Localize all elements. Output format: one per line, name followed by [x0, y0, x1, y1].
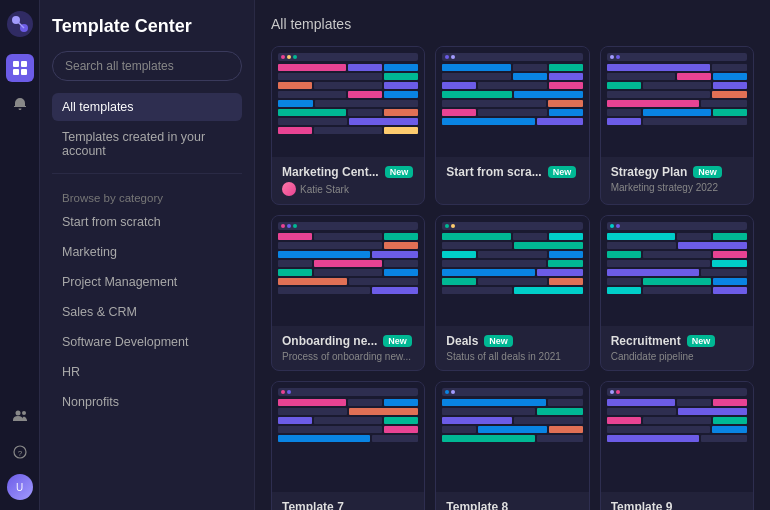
sidebar-item-software[interactable]: Software Development: [52, 328, 242, 356]
sidebar-item-all-templates[interactable]: All templates: [52, 93, 242, 121]
nav-help-icon[interactable]: ?: [6, 438, 34, 466]
main-content: All templates: [255, 0, 770, 510]
template-preview-5: [436, 216, 588, 326]
template-info-4: Onboarding ne... New Process of onboardi…: [272, 326, 424, 370]
template-card-9[interactable]: Template 9: [600, 381, 754, 510]
sidebar-title: Template Center: [52, 16, 242, 37]
template-preview-8: [436, 382, 588, 492]
template-info-1: Marketing Cent... New Katie Stark: [272, 157, 424, 204]
svg-text:?: ?: [17, 449, 22, 458]
nav-user-avatar[interactable]: U: [7, 474, 33, 500]
app-logo[interactable]: [6, 10, 34, 38]
sidebar-section-label: Browse by category: [52, 182, 242, 208]
template-preview-3: [601, 47, 753, 157]
template-info-8: Template 8: [436, 492, 588, 510]
template-info-7: Template 7: [272, 492, 424, 510]
svg-point-9: [22, 411, 26, 415]
template-info-6: Recruitment New Candidate pipeline: [601, 326, 753, 370]
svg-rect-7: [21, 69, 27, 75]
template-card-strategy-plan[interactable]: Strategy Plan New Marketing strategy 202…: [600, 46, 754, 205]
template-preview-6: [601, 216, 753, 326]
template-preview-2: [436, 47, 588, 157]
sidebar-item-project[interactable]: Project Management: [52, 268, 242, 296]
template-card-7[interactable]: Template 7: [271, 381, 425, 510]
template-info-5: Deals New Status of all deals in 2021: [436, 326, 588, 370]
sidebar-item-created[interactable]: Templates created in your account: [52, 123, 242, 165]
template-card-deals[interactable]: Deals New Status of all deals in 2021: [435, 215, 589, 371]
sidebar-item-sales[interactable]: Sales & CRM: [52, 298, 242, 326]
nav-users-icon[interactable]: [6, 402, 34, 430]
sidebar-divider: [52, 173, 242, 174]
template-preview-4: [272, 216, 424, 326]
template-info-9: Template 9: [601, 492, 753, 510]
template-card-onboarding[interactable]: Onboarding ne... New Process of onboardi…: [271, 215, 425, 371]
template-card-marketing-cent[interactable]: Marketing Cent... New Katie Stark: [271, 46, 425, 205]
svg-rect-6: [13, 69, 19, 75]
sidebar: Template Center Search all templates All…: [40, 0, 255, 510]
nav-apps-icon[interactable]: [6, 54, 34, 82]
sidebar-item-scratch[interactable]: Start from scratch: [52, 208, 242, 236]
template-preview-7: [272, 382, 424, 492]
svg-point-8: [15, 411, 20, 416]
template-card-start-scratch[interactable]: Start from scra... New: [435, 46, 589, 205]
template-card-recruitment[interactable]: Recruitment New Candidate pipeline: [600, 215, 754, 371]
svg-rect-4: [13, 61, 19, 67]
template-info-2: Start from scra... New: [436, 157, 588, 190]
main-section-title: All templates: [271, 16, 754, 32]
nav-bar: ? U: [0, 0, 40, 510]
sidebar-item-marketing[interactable]: Marketing: [52, 238, 242, 266]
template-preview-9: [601, 382, 753, 492]
template-card-8[interactable]: Template 8: [435, 381, 589, 510]
search-templates-button[interactable]: Search all templates: [52, 51, 242, 81]
svg-rect-5: [21, 61, 27, 67]
template-preview-1: [272, 47, 424, 157]
template-info-3: Strategy Plan New Marketing strategy 202…: [601, 157, 753, 201]
author-avatar-1: [282, 182, 296, 196]
sidebar-item-nonprofits[interactable]: Nonprofits: [52, 388, 242, 416]
nav-bell-icon[interactable]: [6, 90, 34, 118]
template-grid: Marketing Cent... New Katie Stark: [271, 46, 754, 510]
sidebar-item-hr[interactable]: HR: [52, 358, 242, 386]
